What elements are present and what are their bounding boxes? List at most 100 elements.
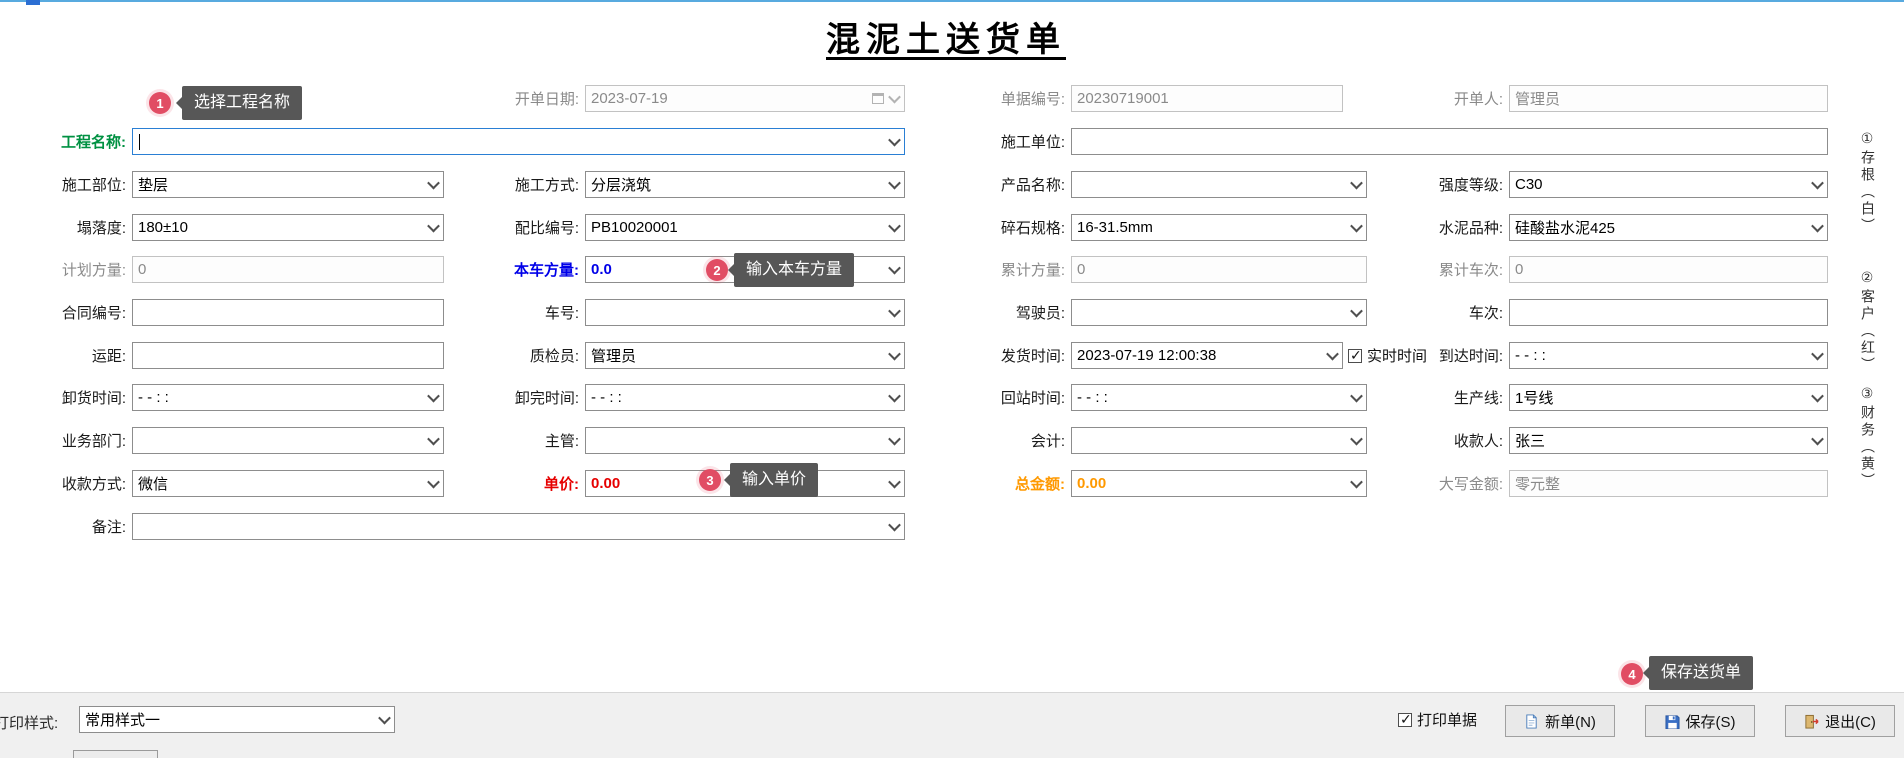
total-amount-combobox[interactable]: 0.00 (1071, 470, 1367, 497)
chevron-down-icon[interactable] (425, 471, 442, 496)
arrive-time-field: 到达时间: - - : : (1385, 342, 1828, 369)
chevron-down-icon[interactable] (1809, 215, 1826, 240)
billing-date-value: 2023-07-19 (591, 90, 872, 107)
issuer-input: 管理员 (1509, 85, 1828, 112)
project-name-combobox[interactable] (132, 128, 905, 155)
arrive-time-combobox[interactable]: - - : : (1509, 342, 1828, 369)
chevron-down-icon[interactable] (1348, 215, 1365, 240)
slump-combobox[interactable]: 180±10 (132, 214, 444, 241)
trip-input[interactable] (1509, 299, 1828, 326)
chevron-down-icon[interactable] (1348, 172, 1365, 197)
amount-words-value: 零元整 (1515, 473, 1826, 494)
accountant-combobox[interactable] (1071, 427, 1367, 454)
construction-method-label: 施工方式: (461, 174, 585, 195)
ship-time-combobox[interactable]: 2023-07-19 12:00:38 (1071, 342, 1343, 369)
chevron-down-icon[interactable] (886, 257, 903, 282)
pay-method-combobox[interactable]: 微信 (132, 470, 444, 497)
chevron-down-icon[interactable] (425, 172, 442, 197)
business-dept-combobox[interactable] (132, 427, 444, 454)
chevron-down-icon[interactable] (1348, 385, 1365, 410)
truck-no-combobox[interactable] (585, 299, 905, 326)
distance-field: 运距: (8, 342, 444, 369)
new-doc-button[interactable]: 新单(N) (1505, 705, 1615, 737)
chevron-down-icon[interactable] (886, 471, 903, 496)
doc-no-label: 单据编号: (947, 88, 1071, 109)
ship-time-value: 2023-07-19 12:00:38 (1077, 347, 1324, 364)
production-line-value: 1号线 (1515, 387, 1809, 408)
driver-combobox[interactable] (1071, 299, 1367, 326)
unload-done-time-combobox[interactable]: - - : : (585, 384, 905, 411)
construction-method-value: 分层浇筑 (591, 174, 886, 195)
chevron-down-icon[interactable] (1348, 300, 1365, 325)
strength-grade-combobox[interactable]: C30 (1509, 171, 1828, 198)
return-time-combobox[interactable]: - - : : (1071, 384, 1367, 411)
chevron-down-icon[interactable] (886, 215, 903, 240)
chevron-down-icon[interactable] (886, 129, 903, 154)
trip-label: 车次: (1385, 302, 1509, 323)
construction-method-field: 施工方式: 分层浇筑 (461, 171, 905, 198)
chevron-down-icon[interactable] (886, 172, 903, 197)
print-receipt-checkbox[interactable]: 打印单据 (1398, 706, 1477, 733)
doc-no-field: 单据编号: 20230719001 (947, 85, 1343, 112)
chevron-down-icon[interactable] (1809, 428, 1826, 453)
mix-no-label: 配比编号: (461, 217, 585, 238)
payee-field: 收款人: 张三 (1385, 427, 1828, 454)
chevron-down-icon[interactable] (376, 707, 393, 732)
chevron-down-icon[interactable] (886, 428, 903, 453)
chevron-down-icon[interactable] (1809, 172, 1826, 197)
inspector-combobox[interactable]: 管理员 (585, 342, 905, 369)
chevron-down-icon (886, 86, 903, 111)
construction-part-combobox[interactable]: 垫层 (132, 171, 444, 198)
chevron-down-icon[interactable] (886, 300, 903, 325)
chevron-down-icon[interactable] (1809, 343, 1826, 368)
print-style-combobox[interactable]: 常用样式一 (79, 706, 395, 733)
chevron-down-icon[interactable] (1348, 471, 1365, 496)
remark-combobox[interactable] (132, 513, 905, 540)
strength-grade-field: 强度等级: C30 (1385, 171, 1828, 198)
chevron-down-icon[interactable] (1324, 343, 1341, 368)
supervisor-combobox[interactable] (585, 427, 905, 454)
production-line-label: 生产线: (1385, 387, 1509, 408)
chevron-down-icon[interactable] (425, 428, 442, 453)
pay-method-field: 收款方式: 微信 (8, 470, 444, 497)
chevron-down-icon[interactable] (886, 385, 903, 410)
gravel-spec-combobox[interactable]: 16-31.5mm (1071, 214, 1367, 241)
step-badge-3: 3 (699, 469, 721, 491)
issuer-label: 开单人: (1385, 88, 1509, 109)
production-line-combobox[interactable]: 1号线 (1509, 384, 1828, 411)
planned-volume-value: 0 (138, 261, 442, 278)
chevron-down-icon[interactable] (1809, 385, 1826, 410)
return-time-field: 回站时间: - - : : (947, 384, 1367, 411)
cum-trips-input: 0 (1509, 256, 1828, 283)
chevron-down-icon[interactable] (886, 514, 903, 539)
construction-part-value: 垫层 (138, 174, 425, 195)
chevron-down-icon[interactable] (425, 215, 442, 240)
contract-no-input[interactable] (132, 299, 444, 326)
product-name-combobox[interactable] (1071, 171, 1367, 198)
cum-volume-field: 累计方量: 0 (947, 256, 1367, 283)
contract-no-label: 合同编号: (8, 302, 132, 323)
chevron-down-icon[interactable] (1348, 428, 1365, 453)
construction-unit-input[interactable] (1071, 128, 1828, 155)
save-button[interactable]: 保存(S) (1645, 705, 1755, 737)
return-time-label: 回站时间: (947, 387, 1071, 408)
chevron-down-icon[interactable] (425, 385, 442, 410)
distance-input[interactable] (132, 342, 444, 369)
ship-time-label: 发货时间: (947, 345, 1071, 366)
planned-volume-field: 计划方量: 0 (8, 256, 444, 283)
mix-no-combobox[interactable]: PB10020001 (585, 214, 905, 241)
pay-method-label: 收款方式: (8, 473, 132, 494)
construction-unit-label: 施工单位: (947, 131, 1071, 152)
doc-no-value: 20230719001 (1077, 90, 1341, 107)
chevron-down-icon[interactable] (886, 343, 903, 368)
cement-type-combobox[interactable]: 硅酸盐水泥425 (1509, 214, 1828, 241)
construction-method-combobox[interactable]: 分层浇筑 (585, 171, 905, 198)
construction-part-label: 施工部位: (8, 174, 132, 195)
truck-volume-label: 本车方量: (461, 259, 585, 280)
payee-combobox[interactable]: 张三 (1509, 427, 1828, 454)
exit-button[interactable]: 退出(C) (1785, 705, 1895, 737)
issuer-value: 管理员 (1515, 88, 1826, 109)
unload-time-combobox[interactable]: - - : : (132, 384, 444, 411)
unload-done-time-label: 卸完时间: (461, 387, 585, 408)
strength-grade-value: C30 (1515, 176, 1809, 193)
